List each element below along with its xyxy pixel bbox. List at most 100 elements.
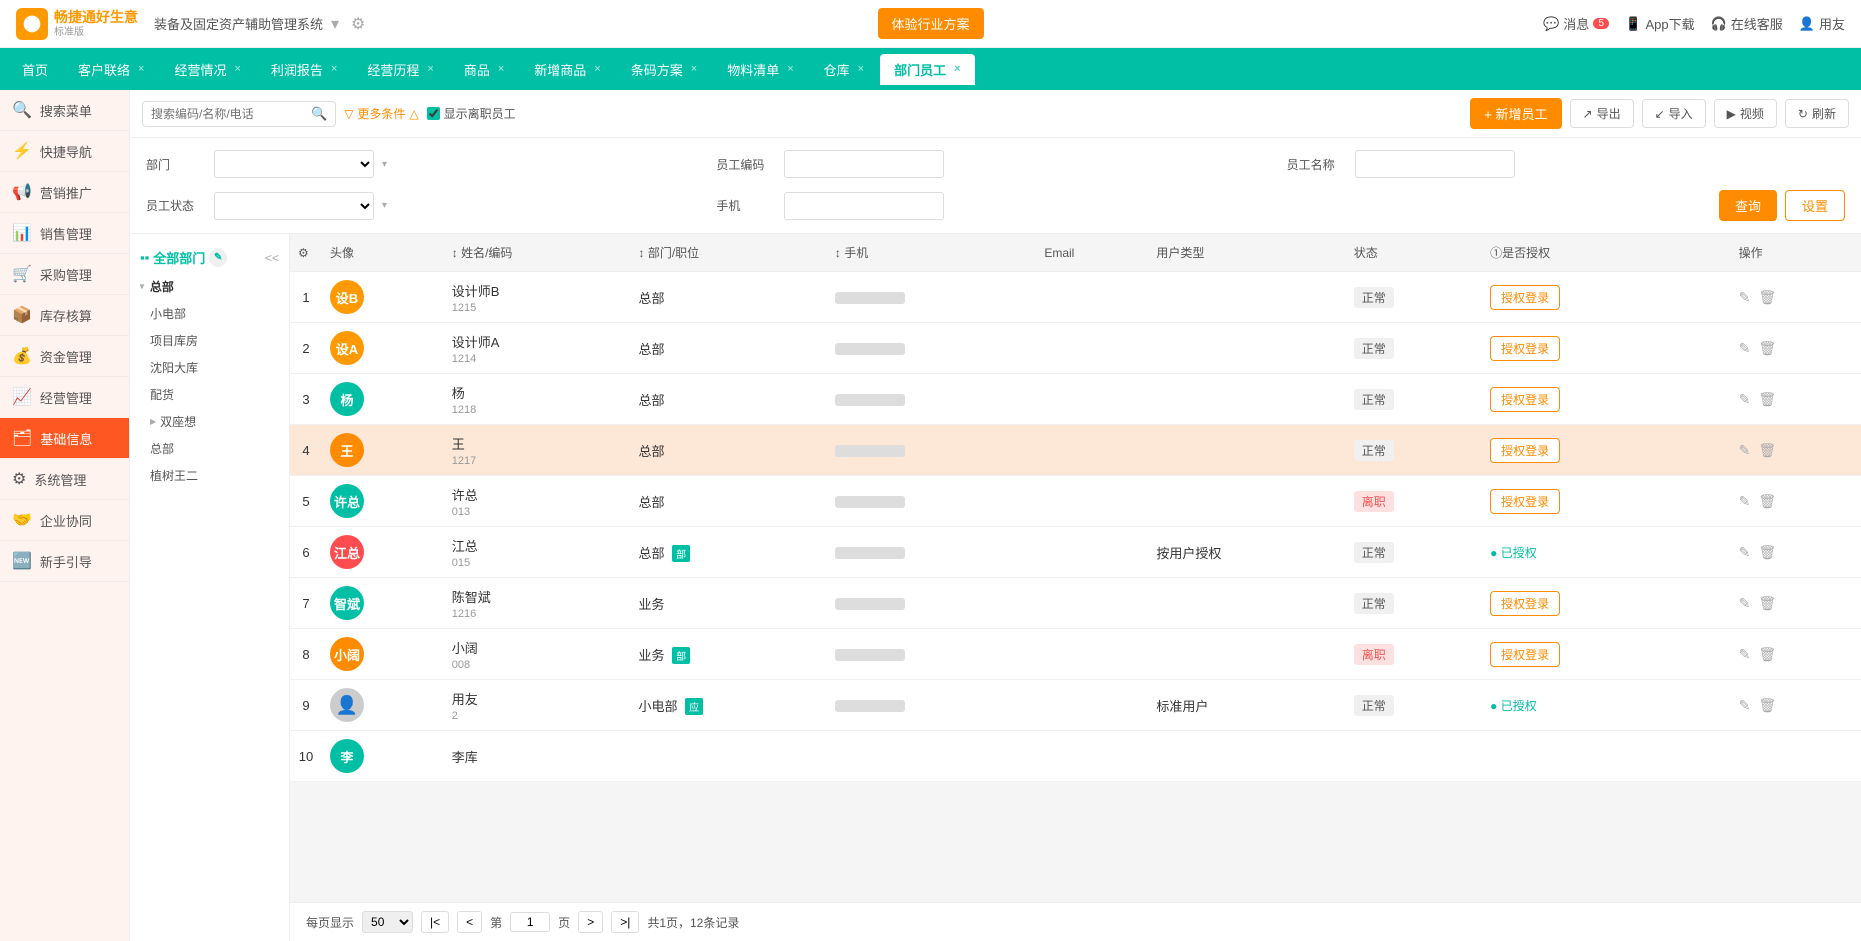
close-icon[interactable]: × <box>234 63 240 75</box>
search-input-wrap[interactable]: 🔍 <box>142 101 336 127</box>
add-employee-button[interactable]: + 新增员工 <box>1470 98 1561 129</box>
last-page-btn[interactable]: >| <box>611 911 639 933</box>
edit-icon[interactable]: ✎ <box>1739 697 1751 714</box>
edit-icon[interactable]: ✎ <box>1739 544 1751 561</box>
dept-all-btn[interactable]: ▪▪ 全部部门 ✎ <box>140 248 227 267</box>
sys-title-dropdown[interactable]: ▾ <box>331 14 339 34</box>
nav-item-bom[interactable]: 物料清单× <box>713 54 807 85</box>
close-icon[interactable]: × <box>138 63 144 75</box>
auth-button[interactable]: 授权登录 <box>1490 438 1560 463</box>
more-filters-btn[interactable]: ▽ 更多条件 △ <box>344 105 418 122</box>
delete-icon[interactable]: 🗑 <box>1758 697 1776 714</box>
left-nav-sales[interactable]: 📊 销售管理 <box>0 213 129 254</box>
edit-icon[interactable]: ✎ <box>1739 442 1751 459</box>
dept-tree-zhishuwanger[interactable]: 植树王二 <box>130 462 289 489</box>
dept-select[interactable] <box>214 150 374 178</box>
app-download-btn[interactable]: 📱 App下载 <box>1625 14 1694 33</box>
nav-item-operations[interactable]: 经营情况× <box>160 54 254 85</box>
user-btn[interactable]: 👤 用友 <box>1799 14 1845 33</box>
show-resigned-label[interactable]: 显示离职员工 <box>427 105 516 122</box>
delete-icon[interactable]: 🗑 <box>1758 646 1776 663</box>
message-btn[interactable]: 💬 消息 5 <box>1543 14 1609 33</box>
edit-icon[interactable]: ✎ <box>1739 646 1751 663</box>
close-icon[interactable]: × <box>787 63 793 75</box>
edit-icon[interactable]: ✎ <box>1739 493 1751 510</box>
settings-icon[interactable]: ⚙ <box>351 14 365 34</box>
dept-tree-shuangzuoxiang[interactable]: ▶ 双座想 <box>130 408 289 435</box>
per-page-select[interactable]: 50 100 200 <box>362 911 413 933</box>
nav-item-barcode[interactable]: 条码方案× <box>617 54 711 85</box>
left-nav-collab[interactable]: 🤝 企业协同 <box>0 500 129 541</box>
th-phone[interactable]: ↕ 手机 <box>827 234 1036 272</box>
delete-icon[interactable]: 🗑 <box>1758 289 1776 306</box>
left-nav-search[interactable]: 🔍 搜索菜单 <box>0 90 129 131</box>
delete-icon[interactable]: 🗑 <box>1758 391 1776 408</box>
auth-button[interactable]: 授权登录 <box>1490 336 1560 361</box>
delete-icon[interactable]: 🗑 <box>1758 493 1776 510</box>
delete-icon[interactable]: 🗑 <box>1758 340 1776 357</box>
left-nav-marketing[interactable]: 📢 营销推广 <box>0 172 129 213</box>
nav-item-profit[interactable]: 利润报告× <box>257 54 351 85</box>
page-input[interactable] <box>510 912 550 932</box>
dept-tree-xiaodibu[interactable]: 小电部 <box>130 300 289 327</box>
close-icon[interactable]: × <box>331 63 337 75</box>
close-icon[interactable]: × <box>427 63 433 75</box>
emp-name-input[interactable] <box>1355 150 1515 178</box>
edit-icon[interactable]: ✎ <box>1739 289 1751 306</box>
left-nav-inventory[interactable]: 📦 库存核算 <box>0 295 129 336</box>
emp-code-input[interactable] <box>784 150 944 178</box>
left-nav-system[interactable]: ⚙ 系统管理 <box>0 459 129 500</box>
left-nav-purchase[interactable]: 🛒 采购管理 <box>0 254 129 295</box>
show-resigned-checkbox[interactable] <box>427 107 440 120</box>
auth-button[interactable]: 授权登录 <box>1490 591 1560 616</box>
edit-icon[interactable]: ✎ <box>1739 595 1751 612</box>
auth-button[interactable]: 授权登录 <box>1490 642 1560 667</box>
left-nav-finance[interactable]: 💰 资金管理 <box>0 336 129 377</box>
prev-page-btn[interactable]: < <box>457 911 482 933</box>
close-icon[interactable]: × <box>594 63 600 75</box>
th-settings[interactable]: ⚙ <box>290 234 322 272</box>
close-icon[interactable]: × <box>498 63 504 75</box>
dept-tree-shenyangdaku[interactable]: 沈阳大库 <box>130 354 289 381</box>
trial-button[interactable]: 体验行业方案 <box>877 8 983 39</box>
edit-icon[interactable]: ✎ <box>1739 340 1751 357</box>
close-icon[interactable]: × <box>691 63 697 75</box>
left-nav-shortcut[interactable]: ⚡ 快捷导航 <box>0 131 129 172</box>
auth-button[interactable]: 授权登录 <box>1490 285 1560 310</box>
nav-item-dept-employee[interactable]: 部门员工× <box>880 54 974 85</box>
th-name-code[interactable]: ↕ 姓名/编码 <box>444 234 631 272</box>
left-nav-guide[interactable]: 🆕 新手引导 <box>0 541 129 582</box>
first-page-btn[interactable]: |< <box>421 911 449 933</box>
nav-item-customer[interactable]: 客户联络× <box>64 54 158 85</box>
nav-item-home[interactable]: 首页 <box>8 54 62 85</box>
export-button[interactable]: ↗ 导出 <box>1570 99 1634 128</box>
dept-edit-icon[interactable]: ✎ <box>209 249 227 267</box>
collapse-btn[interactable]: << <box>265 251 279 265</box>
delete-icon[interactable]: 🗑 <box>1758 595 1776 612</box>
emp-status-select[interactable] <box>214 192 374 220</box>
import-button[interactable]: ↙ 导入 <box>1642 99 1706 128</box>
dept-tree-zongbu[interactable]: ▼ 总部 <box>130 273 289 300</box>
close-icon[interactable]: × <box>858 63 864 75</box>
delete-icon[interactable]: 🗑 <box>1758 544 1776 561</box>
left-nav-business[interactable]: 📈 经营管理 <box>0 377 129 418</box>
next-page-btn[interactable]: > <box>578 911 603 933</box>
dept-tree-peihuo[interactable]: 配货 <box>130 381 289 408</box>
edit-icon[interactable]: ✎ <box>1739 391 1751 408</box>
delete-icon[interactable]: 🗑 <box>1758 442 1776 459</box>
close-icon[interactable]: × <box>954 63 960 75</box>
th-dept-position[interactable]: ↕ 部门/职位 <box>631 234 827 272</box>
phone-input[interactable] <box>784 192 944 220</box>
nav-item-new-goods[interactable]: 新增商品× <box>520 54 614 85</box>
search-input[interactable] <box>151 107 311 121</box>
nav-item-history[interactable]: 经营历程× <box>353 54 447 85</box>
left-nav-basic[interactable]: 🗂 基础信息 <box>0 418 129 459</box>
dept-tree-zongbu2[interactable]: 总部 <box>130 435 289 462</box>
refresh-button[interactable]: ↻ 刷新 <box>1785 99 1849 128</box>
dept-tree-xiangmukufang[interactable]: 项目库房 <box>130 327 289 354</box>
search-button[interactable]: 查询 <box>1719 190 1777 221</box>
auth-button[interactable]: 授权登录 <box>1490 489 1560 514</box>
set-button[interactable]: 设置 <box>1785 190 1845 221</box>
auth-button[interactable]: 授权登录 <box>1490 387 1560 412</box>
nav-item-goods[interactable]: 商品× <box>450 54 518 85</box>
